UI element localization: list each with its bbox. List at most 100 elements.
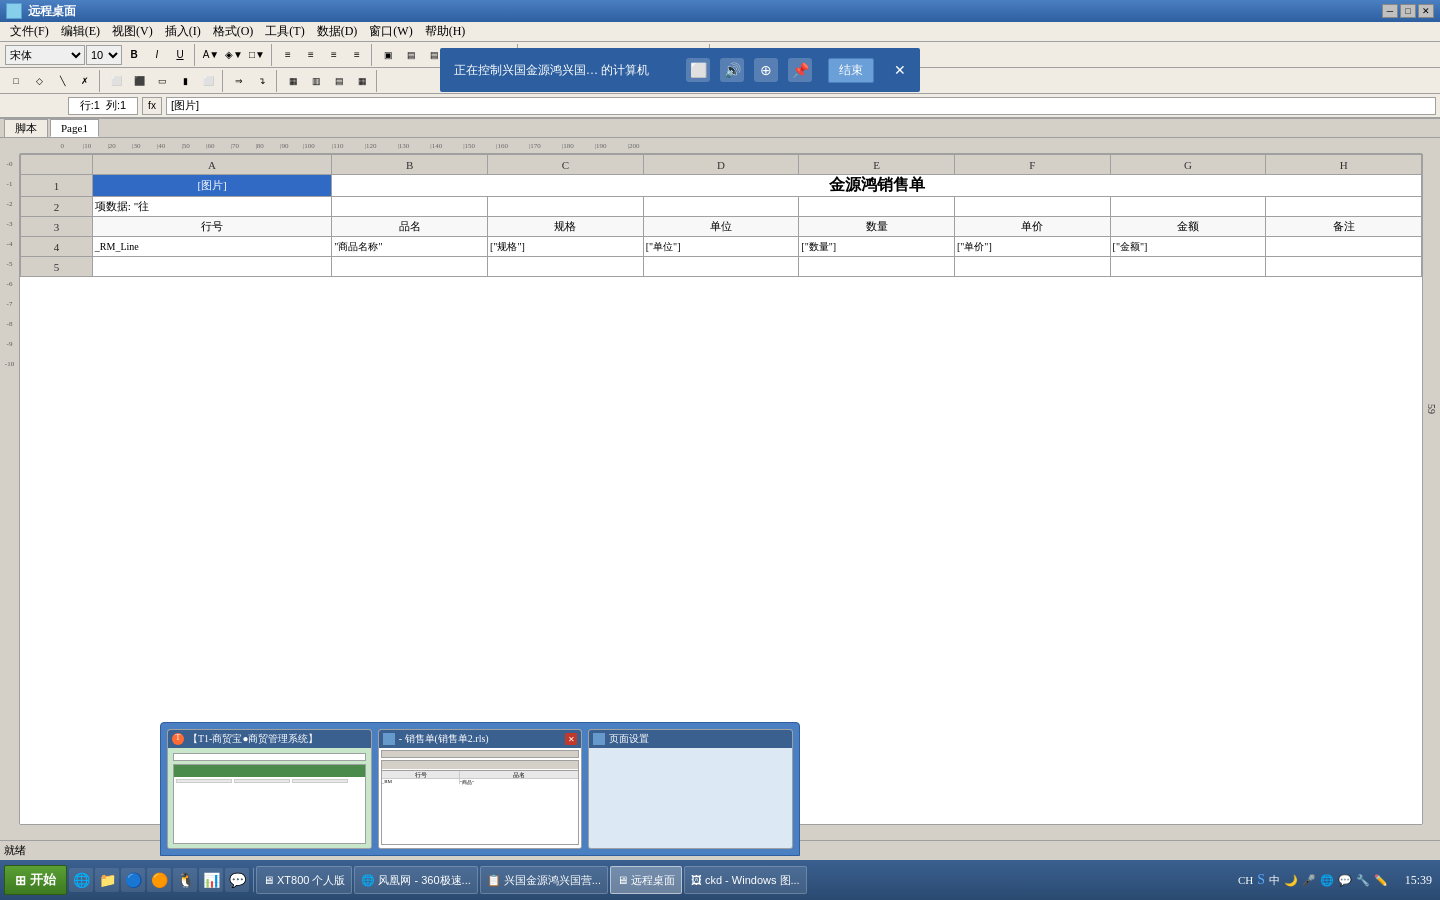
cell-D4[interactable]: ["单位"] [643, 237, 799, 257]
cell-D2[interactable] [643, 197, 799, 217]
col-header-E[interactable]: E [799, 155, 955, 175]
cell-G2[interactable] [1110, 197, 1266, 217]
ins-btn-4[interactable]: ▦ [351, 70, 373, 92]
img-btn-2[interactable]: ⬛ [128, 70, 150, 92]
bold-button[interactable]: B [123, 44, 145, 66]
tab-script[interactable]: 脚本 [4, 119, 48, 137]
menu-insert[interactable]: 插入(I) [159, 22, 207, 41]
cell-G5[interactable] [1110, 257, 1266, 277]
taskbar-app-jyhong[interactable]: 📋 兴国金源鸿兴国营... [480, 866, 608, 894]
function-icon[interactable]: fx [142, 97, 162, 115]
img-btn-4[interactable]: ▮ [174, 70, 196, 92]
col-header-A[interactable]: A [92, 155, 331, 175]
menu-edit[interactable]: 编辑(E) [55, 22, 106, 41]
cell-H4[interactable] [1266, 237, 1422, 257]
ins-btn-1[interactable]: ▦ [282, 70, 304, 92]
italic-button[interactable]: I [146, 44, 168, 66]
thumbnail-page-setup[interactable]: 页面设置 [588, 729, 793, 849]
notification-close[interactable]: ✕ [894, 62, 906, 79]
menu-data[interactable]: 数据(D) [311, 22, 364, 41]
extra-btn-1[interactable]: ⇒ [228, 70, 250, 92]
menu-window[interactable]: 窗口(W) [363, 22, 418, 41]
menu-format[interactable]: 格式(O) [207, 22, 260, 41]
volume-icon[interactable]: 🔊 [720, 58, 744, 82]
taskbar-app-remote[interactable]: 🖥 远程桌面 [610, 866, 682, 894]
cell-A5[interactable] [92, 257, 331, 277]
cell-C5[interactable] [487, 257, 643, 277]
close-button[interactable]: ✕ [1418, 4, 1434, 18]
menu-help[interactable]: 帮助(H) [419, 22, 472, 41]
cell-H5[interactable] [1266, 257, 1422, 277]
row-num-1[interactable]: 1 [21, 175, 93, 197]
cell-H2[interactable] [1266, 197, 1422, 217]
ins-btn-2[interactable]: ▥ [305, 70, 327, 92]
cell-C4[interactable]: ["规格"] [487, 237, 643, 257]
expand-icon[interactable]: ⊕ [754, 58, 778, 82]
cell-E4[interactable]: ["数量"] [799, 237, 955, 257]
taskbar-app-xt800[interactable]: 🖥 XT800 个人版 [256, 866, 352, 894]
end-session-button[interactable]: 结束 [828, 58, 874, 83]
border-color-button[interactable]: □▼ [246, 44, 268, 66]
row-num-3[interactable]: 3 [21, 217, 93, 237]
cell-reference-input[interactable] [68, 97, 138, 115]
cell-A2[interactable]: 项数据: "往 [92, 197, 331, 217]
cell-F5[interactable] [954, 257, 1110, 277]
cell-E2[interactable] [799, 197, 955, 217]
tb-btn-2[interactable]: ▤ [400, 44, 422, 66]
quicklaunch-excel[interactable]: 📊 [199, 868, 223, 892]
cell-G4[interactable]: ["金额"] [1110, 237, 1266, 257]
font-select[interactable]: 宋体 [5, 45, 85, 65]
img-btn-3[interactable]: ▭ [151, 70, 173, 92]
cell-C2[interactable] [487, 197, 643, 217]
row-num-2[interactable]: 2 [21, 197, 93, 217]
thumbnail-sales[interactable]: - 销售单(销售单2.rls) ✕ 行号 品名 _RM "商品" [378, 729, 583, 849]
obj-btn-1[interactable]: □ [5, 70, 27, 92]
cell-D5[interactable] [643, 257, 799, 277]
maximize-button[interactable]: □ [1400, 4, 1416, 18]
size-select[interactable]: 10 [86, 45, 122, 65]
col-header-B[interactable]: B [332, 155, 488, 175]
align-left-button[interactable]: ≡ [277, 44, 299, 66]
cell-B3[interactable]: 品名 [332, 217, 488, 237]
cell-E3[interactable]: 数量 [799, 217, 955, 237]
tab-page1[interactable]: Page1 [50, 119, 99, 137]
cell-B4[interactable]: "商品名称" [332, 237, 488, 257]
cell-A4[interactable]: _RM_Line [92, 237, 331, 257]
align-right-button[interactable]: ≡ [323, 44, 345, 66]
cell-C3[interactable]: 规格 [487, 217, 643, 237]
cell-A1[interactable]: [图片] [92, 175, 331, 197]
cell-E5[interactable] [799, 257, 955, 277]
cell-B2[interactable] [332, 197, 488, 217]
formula-input[interactable] [166, 97, 1436, 115]
thumbnail-t1[interactable]: T 【T1-商贸宝●商贸管理系统】 [167, 729, 372, 849]
col-header-H[interactable]: H [1266, 155, 1422, 175]
cell-F4[interactable]: ["单价"] [954, 237, 1110, 257]
cell-D3[interactable]: 单位 [643, 217, 799, 237]
ime-ch[interactable]: CH [1238, 874, 1253, 886]
cell-F2[interactable] [954, 197, 1110, 217]
col-header-C[interactable]: C [487, 155, 643, 175]
img-btn-1[interactable]: ⬜ [105, 70, 127, 92]
cell-F3[interactable]: 单价 [954, 217, 1110, 237]
tb-btn-1[interactable]: ▣ [377, 44, 399, 66]
vertical-scrollbar[interactable] [1422, 154, 1440, 824]
menu-tools[interactable]: 工具(T) [259, 22, 310, 41]
quicklaunch-wechat[interactable]: 💬 [225, 868, 249, 892]
obj-btn-3[interactable]: ╲ [51, 70, 73, 92]
underline-button[interactable]: U [169, 44, 191, 66]
menu-file[interactable]: 文件(F) [4, 22, 55, 41]
obj-btn-2[interactable]: ◇ [28, 70, 50, 92]
font-color-button[interactable]: A▼ [200, 44, 222, 66]
taskbar-app-ckd[interactable]: 🖼 ckd - Windows 图... [684, 866, 807, 894]
start-button[interactable]: ⊞ 开始 [4, 865, 67, 895]
quicklaunch-ie[interactable]: 🌐 [69, 868, 93, 892]
quicklaunch-app2[interactable]: 🐧 [173, 868, 197, 892]
screen-icon[interactable]: ⬜ [686, 58, 710, 82]
row-num-5[interactable]: 5 [21, 257, 93, 277]
cell-B1[interactable]: 金源鸿销售单 [332, 175, 1422, 197]
col-header-D[interactable]: D [643, 155, 799, 175]
cell-B5[interactable] [332, 257, 488, 277]
quicklaunch-explorer[interactable]: 📁 [95, 868, 119, 892]
thumb-close-2[interactable]: ✕ [565, 733, 577, 745]
col-header-G[interactable]: G [1110, 155, 1266, 175]
